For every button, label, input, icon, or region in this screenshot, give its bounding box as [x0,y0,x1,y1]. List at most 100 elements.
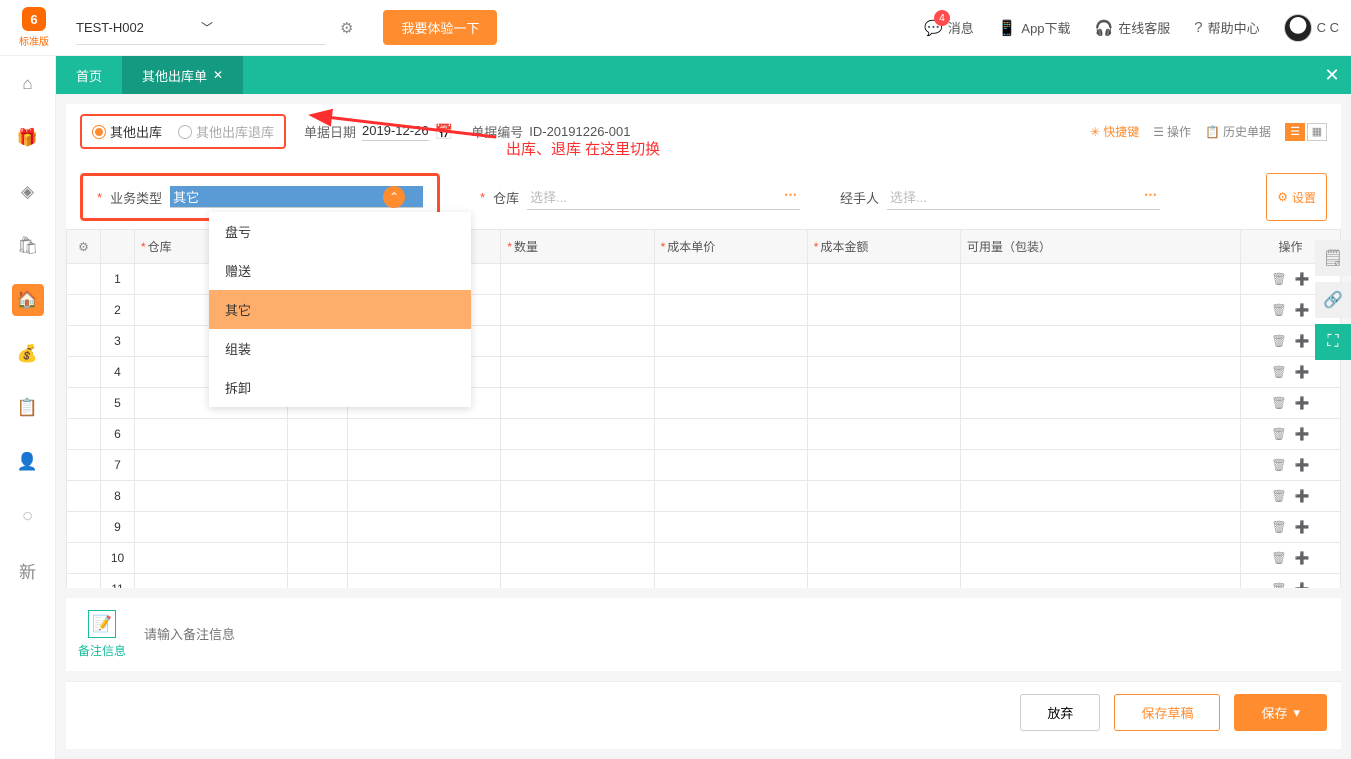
more-icon[interactable]: ⋯ [1144,187,1157,206]
dropdown-item-selected[interactable]: 其它 [209,290,471,329]
sidebar-new-icon[interactable]: 新 [12,554,44,586]
add-icon[interactable]: ➕ [1295,458,1310,472]
add-icon[interactable]: ➕ [1295,582,1310,588]
add-icon[interactable]: ➕ [1295,520,1310,534]
date-value: 2019-12-26 [362,123,429,141]
settings-button[interactable]: ⚙ 设置 [1266,173,1327,221]
radio-group: 其他出库 其他出库退库 [80,114,286,149]
history-action[interactable]: 📋 历史单据 [1205,123,1271,140]
dropdown-item[interactable]: 赠送 [209,251,471,290]
radio-return[interactable]: 其他出库退库 [178,122,274,141]
logo-icon: 6 [22,7,46,31]
save-label: 保存 [1261,703,1287,722]
sidebar-contact-icon[interactable]: 👤 [12,446,44,478]
gear-icon[interactable]: ⚙ [340,19,353,37]
warehouse-field[interactable]: * 仓库 选择...⋯ [480,173,800,221]
rail-link-icon[interactable]: 🔗 [1315,282,1351,318]
add-icon[interactable]: ➕ [1295,303,1310,317]
remarks: 📝 备注信息 [66,598,1341,671]
calendar-icon[interactable]: 📅 [435,123,454,141]
company-select[interactable]: TEST-H002 ﹀ [76,11,326,45]
radio-out[interactable]: 其他出库 [92,122,162,141]
sidebar-home-icon[interactable]: ⌂ [12,68,44,100]
remarks-input[interactable] [144,627,1329,642]
add-icon[interactable]: ➕ [1295,365,1310,379]
sidebar-clipboard-icon[interactable]: 📋 [12,392,44,424]
tab-active[interactable]: 其他出库单 ✕ [122,56,243,94]
close-icon[interactable]: ✕ [213,68,223,82]
rail-note-icon[interactable]: 🗒 [1315,240,1351,276]
grid-view-icon[interactable]: ▦ [1307,123,1327,141]
warehouse-select[interactable]: 选择...⋯ [527,184,800,210]
sidebar: ⌂ 🎁 ◈ 🛍 🏠 💰 📋 👤 ◌ 新 [0,56,56,759]
avatar [1284,14,1312,42]
add-icon[interactable]: ➕ [1295,272,1310,286]
sidebar-money-icon[interactable]: 💰 [12,338,44,370]
chevron-up-icon[interactable]: ⌃ [383,186,405,208]
col-gear[interactable]: ⚙ [67,230,101,264]
chevron-down-icon: ﹀ [201,19,326,36]
logo[interactable]: 6 标准版 [12,7,56,48]
biz-type-field[interactable]: * 业务类型 ⌃ [97,186,423,208]
warehouse-label: 仓库 [493,188,519,207]
delete-icon[interactable]: 🗑 [1271,520,1286,534]
tab-home[interactable]: 首页 [56,56,122,94]
settings-label: 设置 [1292,189,1316,206]
help-label: 帮助中心 [1208,18,1260,37]
operate-action[interactable]: ☰ 操作 [1153,123,1191,140]
delete-icon[interactable]: 🗑 [1271,334,1286,348]
main: 首页 其他出库单 ✕ ✕ 其他出库 其他出库退库 单据日期 [56,56,1351,759]
delete-icon[interactable]: 🗑 [1271,582,1286,588]
discard-button[interactable]: 放弃 [1020,694,1100,731]
add-icon[interactable]: ➕ [1295,489,1310,503]
table-row[interactable]: 11🗑➕ [67,574,1341,589]
dropdown-item[interactable]: 盘亏 [209,212,471,251]
save-button[interactable]: 保存 ▾ [1234,694,1327,731]
table-row[interactable]: 10🗑➕ [67,543,1341,574]
add-icon[interactable]: ➕ [1295,551,1310,565]
sidebar-diamond-icon[interactable]: ◈ [12,176,44,208]
app-download[interactable]: 📱 App下载 [998,18,1071,37]
sidebar-bag-icon[interactable]: 🛍 [12,230,44,262]
col-available: 可用量（包装） [961,230,1241,264]
delete-icon[interactable]: 🗑 [1271,489,1286,503]
rail-expand-icon[interactable]: ⛶ [1315,324,1351,360]
delete-icon[interactable]: 🗑 [1271,427,1286,441]
online-service[interactable]: 🎧 在线客服 [1095,18,1171,37]
date-field[interactable]: 单据日期 2019-12-26 📅 [304,122,453,141]
sidebar-warehouse-icon[interactable]: 🏠 [12,284,44,316]
app-download-label: App下载 [1021,18,1070,37]
shortcut-action[interactable]: ✳ 快捷键 [1090,123,1139,140]
dropdown-item[interactable]: 拆卸 [209,368,471,407]
table-row[interactable]: 7🗑➕ [67,450,1341,481]
dropdown-item[interactable]: 组装 [209,329,471,368]
more-icon[interactable]: ⋯ [784,187,797,206]
try-button[interactable]: 我要体验一下 [383,10,497,45]
tabbar-close[interactable]: ✕ [1313,56,1351,94]
delete-icon[interactable]: 🗑 [1271,458,1286,472]
operator-field[interactable]: 经手人 选择...⋯ [840,173,1160,221]
delete-icon[interactable]: 🗑 [1271,272,1286,286]
radio-return-label: 其他出库退库 [196,122,274,141]
delete-icon[interactable]: 🗑 [1271,365,1286,379]
list-view-icon[interactable]: ☰ [1285,123,1305,141]
chevron-down-icon: ▾ [1293,705,1300,721]
table-row[interactable]: 8🗑➕ [67,481,1341,512]
remarks-label: 📝 备注信息 [78,610,126,659]
sidebar-sync-icon[interactable]: ◌ [12,500,44,532]
add-icon[interactable]: ➕ [1295,334,1310,348]
add-icon[interactable]: ➕ [1295,396,1310,410]
add-icon[interactable]: ➕ [1295,427,1310,441]
headset-icon: 🎧 [1095,19,1114,37]
messages[interactable]: 💬 消息 4 [924,18,974,37]
delete-icon[interactable]: 🗑 [1271,551,1286,565]
operator-select[interactable]: 选择...⋯ [887,184,1160,210]
delete-icon[interactable]: 🗑 [1271,303,1286,317]
table-row[interactable]: 6🗑➕ [67,419,1341,450]
help-center[interactable]: ? 帮助中心 [1194,18,1259,37]
draft-button[interactable]: 保存草稿 [1114,694,1220,731]
table-row[interactable]: 9🗑➕ [67,512,1341,543]
sidebar-gift-icon[interactable]: 🎁 [12,122,44,154]
delete-icon[interactable]: 🗑 [1271,396,1286,410]
user-menu[interactable]: C C [1284,14,1339,42]
